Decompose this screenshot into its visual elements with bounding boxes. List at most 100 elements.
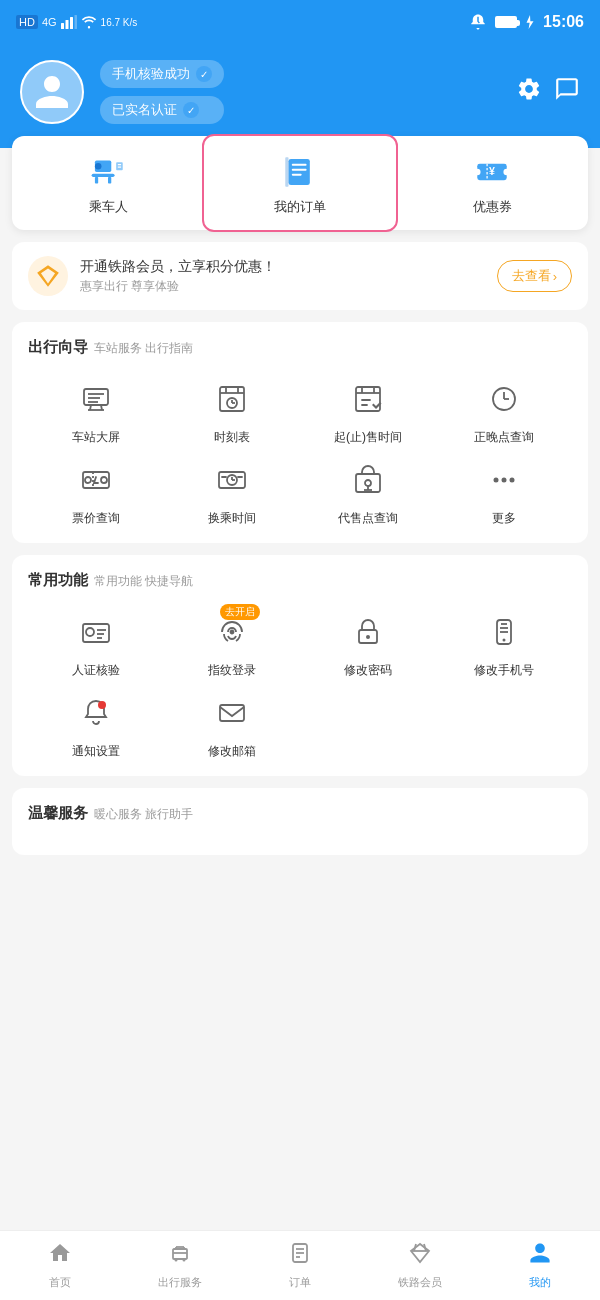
transfer-time-item[interactable]: 换乘时间 xyxy=(164,458,300,527)
svg-rect-2 xyxy=(70,17,73,29)
gear-icon xyxy=(516,76,542,102)
quick-action-myorder[interactable]: 我的订单 xyxy=(202,134,398,232)
svg-point-45 xyxy=(101,477,107,483)
svg-rect-72 xyxy=(173,1249,187,1259)
quick-action-coupon[interactable]: ¥ 优惠券 xyxy=(396,136,588,230)
svg-point-52 xyxy=(365,480,371,486)
common-functions-title: 常用功能 xyxy=(28,571,88,590)
svg-point-64 xyxy=(366,635,370,639)
travel-guide-title: 出行向导 xyxy=(28,338,88,357)
svg-rect-16 xyxy=(285,157,288,186)
change-email-item[interactable]: 修改邮箱 xyxy=(164,691,300,760)
wifi-icon xyxy=(81,15,97,29)
change-phone-item[interactable]: 修改手机号 xyxy=(436,610,572,679)
svg-point-77 xyxy=(175,1259,178,1262)
promo-subtitle: 惠享出行 尊享体验 xyxy=(80,278,485,295)
promo-gem-icon xyxy=(28,256,68,296)
travel-nav-icon xyxy=(168,1241,192,1271)
avatar[interactable] xyxy=(20,60,84,124)
timetable-item[interactable]: 时刻表 xyxy=(164,377,300,446)
status-right: 15:06 xyxy=(469,13,584,31)
home-nav-label: 首页 xyxy=(49,1275,71,1290)
travel-guide-header: 出行向导 车站服务 出行指南 xyxy=(28,338,572,361)
svg-rect-14 xyxy=(292,169,307,171)
svg-rect-13 xyxy=(292,164,307,166)
phone-icon xyxy=(482,610,526,654)
settings-button[interactable] xyxy=(516,76,542,108)
more-icon xyxy=(482,458,526,502)
nav-order[interactable]: 订单 xyxy=(240,1231,360,1300)
lock-icon xyxy=(346,610,390,654)
svg-point-54 xyxy=(494,478,499,483)
header-actions xyxy=(516,76,580,108)
svg-point-18 xyxy=(474,169,481,176)
fingerprint-item[interactable]: 去开启 指纹登录 xyxy=(164,610,300,679)
svg-rect-71 xyxy=(220,705,244,721)
warm-service-subtitle: 暖心服务 旅行助手 xyxy=(94,806,193,823)
warm-service-title: 温馨服务 xyxy=(28,804,88,823)
svg-rect-6 xyxy=(92,174,115,177)
timetable-icon xyxy=(210,377,254,421)
common-functions-header: 常用功能 常用功能 快捷导航 xyxy=(28,571,572,594)
order-nav-label: 订单 xyxy=(289,1275,311,1290)
sale-time-icon xyxy=(346,377,390,421)
more-item[interactable]: 更多 xyxy=(436,458,572,527)
email-icon xyxy=(210,691,254,735)
promo-title: 开通铁路会员，立享积分优惠！ xyxy=(80,258,485,276)
nav-home[interactable]: 首页 xyxy=(0,1231,120,1300)
passenger-icon xyxy=(90,154,126,190)
promo-button[interactable]: 去查看 › xyxy=(497,260,572,292)
coupon-icon: ¥ xyxy=(474,154,510,190)
svg-rect-9 xyxy=(116,162,123,170)
change-pwd-item[interactable]: 修改密码 xyxy=(300,610,436,679)
punctuality-item[interactable]: 正晚点查询 xyxy=(436,377,572,446)
realname-check-icon: ✓ xyxy=(183,102,199,118)
lightning-icon xyxy=(525,15,535,29)
svg-rect-1 xyxy=(65,20,68,29)
message-icon xyxy=(554,76,580,102)
quick-actions-card: 乘车人 我的订单 ¥ 优惠券 xyxy=(12,136,588,230)
realname-verified-badge: 已实名认证 ✓ xyxy=(100,96,224,124)
transfer-icon xyxy=(210,458,254,502)
signal-icon xyxy=(61,15,77,29)
quick-action-passenger[interactable]: 乘车人 xyxy=(12,136,204,230)
svg-rect-43 xyxy=(83,472,109,488)
notification-item[interactable]: 通知设置 xyxy=(28,691,164,760)
travel-guide-grid: 车站大屏 时刻表 xyxy=(28,377,572,527)
id-verify-item[interactable]: 人证核验 xyxy=(28,610,164,679)
agent-item[interactable]: 代售点查询 xyxy=(300,458,436,527)
nav-mine[interactable]: 我的 xyxy=(480,1231,600,1300)
svg-rect-3 xyxy=(74,15,77,29)
bell-icon xyxy=(74,691,118,735)
station-screen-item[interactable]: 车站大屏 xyxy=(28,377,164,446)
person-nav-icon xyxy=(528,1241,552,1271)
warm-service-section: 温馨服务 暖心服务 旅行助手 xyxy=(12,788,588,855)
diamond-nav-icon xyxy=(408,1241,432,1271)
svg-point-78 xyxy=(183,1259,186,1262)
change-phone-label: 修改手机号 xyxy=(474,662,534,679)
home-nav-icon xyxy=(48,1241,72,1271)
mine-nav-label: 我的 xyxy=(529,1275,551,1290)
nav-member[interactable]: 铁路会员 xyxy=(360,1231,480,1300)
sale-time-label: 起(止)售时间 xyxy=(334,429,402,446)
id-verify-label: 人证核验 xyxy=(72,662,120,679)
svg-point-5 xyxy=(95,163,102,170)
svg-rect-12 xyxy=(289,159,310,185)
message-button[interactable] xyxy=(554,76,580,108)
sale-time-item[interactable]: 起(止)售时间 xyxy=(300,377,436,446)
svg-point-67 xyxy=(503,639,506,642)
svg-point-44 xyxy=(85,477,91,483)
svg-rect-0 xyxy=(61,23,64,29)
member-nav-label: 铁路会员 xyxy=(398,1275,442,1290)
nav-travel[interactable]: 出行服务 xyxy=(120,1231,240,1300)
fingerprint-label: 指纹登录 xyxy=(208,662,256,679)
hd-label: HD xyxy=(16,15,38,29)
svg-line-84 xyxy=(414,1244,416,1251)
ticket-price-item[interactable]: 票价查询 xyxy=(28,458,164,527)
svg-text:¥: ¥ xyxy=(489,165,495,177)
more-label: 更多 xyxy=(492,510,516,527)
timetable-label: 时刻表 xyxy=(214,429,250,446)
svg-point-56 xyxy=(510,478,515,483)
phone-check-icon: ✓ xyxy=(196,66,212,82)
svg-rect-7 xyxy=(95,177,98,184)
